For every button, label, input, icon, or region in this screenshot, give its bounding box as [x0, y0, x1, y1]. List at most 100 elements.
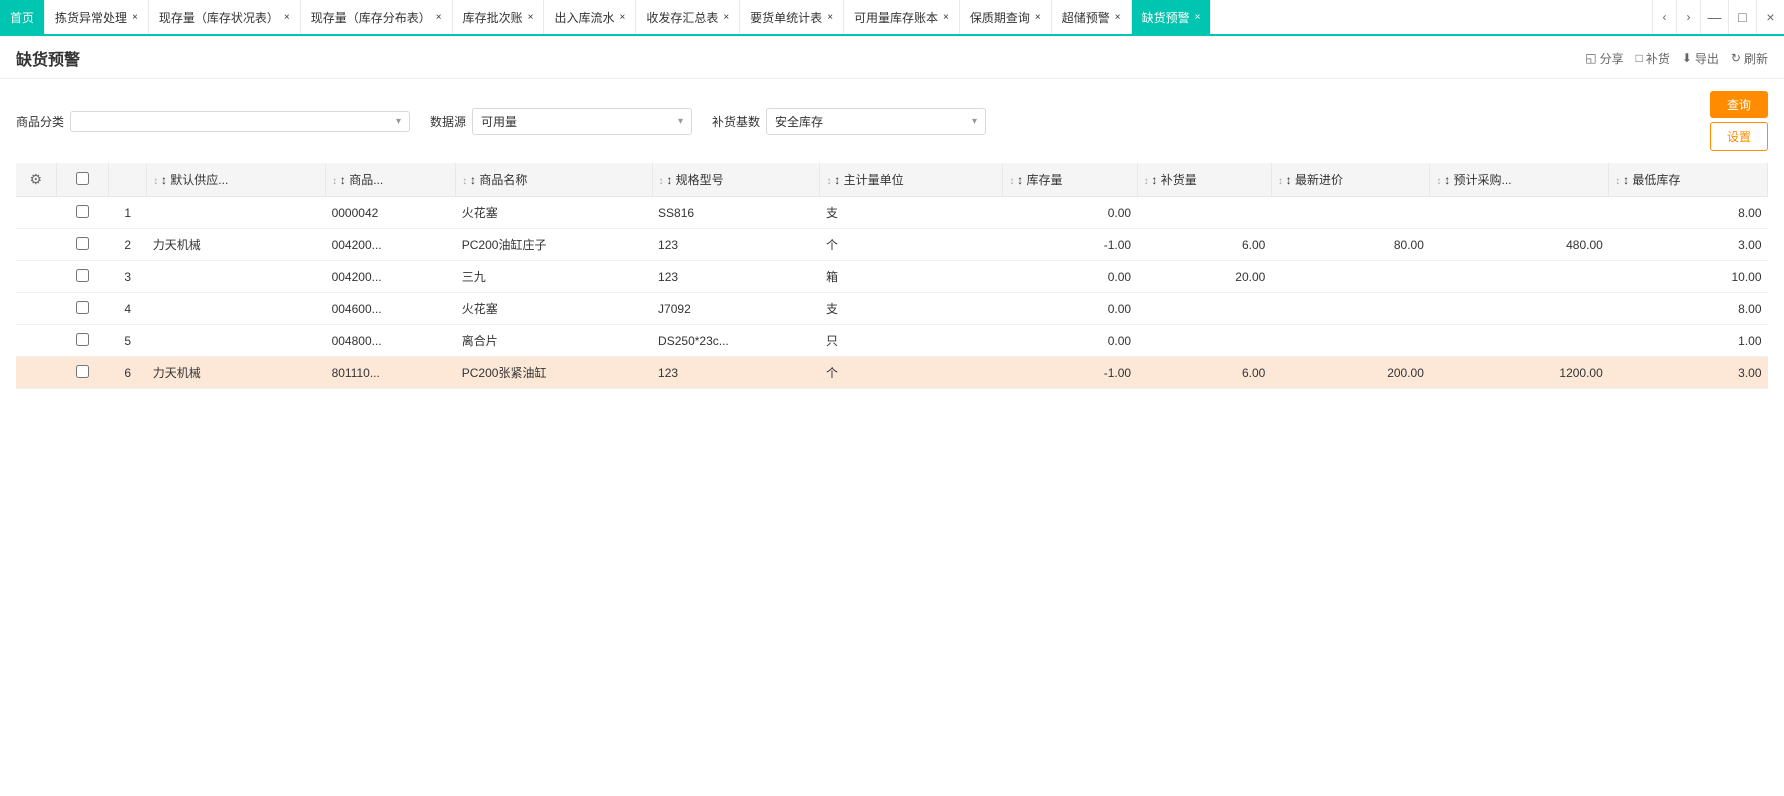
stock-qty-cell: 0.00 [1003, 293, 1137, 325]
close-window-button[interactable]: × [1756, 0, 1784, 35]
close-icon[interactable]: × [723, 12, 729, 23]
checkbox-cell[interactable] [56, 229, 109, 261]
tab-batch-ledger[interactable]: 库存批次账 × [453, 0, 545, 34]
spec-cell: J7092 [652, 293, 820, 325]
estimated-purchase-cell [1430, 293, 1609, 325]
close-icon[interactable]: × [943, 12, 949, 23]
latest-price-cell: 80.00 [1271, 229, 1430, 261]
tab-current-stock-dist[interactable]: 现存量（库存分布表） × [301, 0, 453, 34]
th-gear[interactable]: ⚙ [16, 163, 56, 197]
checkbox-cell[interactable] [56, 261, 109, 293]
default-supplier-cell [147, 325, 326, 357]
stock-qty-cell: 0.00 [1003, 197, 1137, 229]
column-settings-icon[interactable]: ⚙ [29, 171, 42, 187]
tab-current-stock-status[interactable]: 现存量（库存状况表） × [149, 0, 301, 34]
row-num-cell: 6 [109, 357, 147, 389]
maximize-button[interactable]: □ [1728, 0, 1756, 35]
filter-category: 商品分类 ▾ [16, 111, 410, 132]
close-icon[interactable]: × [1115, 12, 1121, 23]
scroll-right-button[interactable]: › [1676, 0, 1700, 35]
close-icon[interactable]: × [132, 12, 138, 23]
close-icon[interactable]: × [827, 12, 833, 23]
stock-qty-cell: 0.00 [1003, 325, 1137, 357]
close-icon[interactable]: × [1035, 12, 1041, 23]
checkbox-cell[interactable] [56, 357, 109, 389]
checkbox-cell[interactable] [56, 197, 109, 229]
tab-home[interactable]: 首页 [0, 0, 45, 34]
close-icon[interactable]: × [284, 12, 290, 23]
th-stock-qty[interactable]: ↕ 库存量 [1003, 163, 1137, 197]
tab-picking-exception[interactable]: 拣货异常处理 × [45, 0, 149, 34]
minimize-button[interactable]: — [1700, 0, 1728, 35]
tab-available-ledger[interactable]: 可用量库存账本 × [844, 0, 960, 34]
min-stock-cell: 10.00 [1609, 261, 1768, 293]
close-icon[interactable]: × [1195, 12, 1201, 23]
gear-cell [16, 357, 56, 389]
tab-inout-flow[interactable]: 出入库流水 × [544, 0, 636, 34]
export-button[interactable]: ⬇ 导出 [1682, 50, 1719, 67]
th-estimated-purchase[interactable]: ↕ 预计采购... [1430, 163, 1609, 197]
estimated-purchase-cell [1430, 197, 1609, 229]
row-checkbox[interactable] [76, 237, 89, 250]
product-name-cell: PC200油缸庄子 [456, 229, 652, 261]
category-select[interactable]: ▾ [70, 111, 410, 132]
product-name-cell: 三九 [456, 261, 652, 293]
settings-button[interactable]: 设置 [1710, 122, 1768, 151]
estimated-purchase-cell: 1200.00 [1430, 357, 1609, 389]
th-latest-price[interactable]: ↕ 最新进价 [1271, 163, 1430, 197]
unit-cell: 个 [820, 229, 1003, 261]
row-checkbox[interactable] [76, 301, 89, 314]
share-button[interactable]: ◱ 分享 [1585, 50, 1623, 67]
datasource-select[interactable]: 可用量 ▾ [472, 108, 692, 135]
row-checkbox[interactable] [76, 269, 89, 282]
tab-expiry-query[interactable]: 保质期查询 × [960, 0, 1052, 34]
replenish-button[interactable]: □ 补货 [1636, 50, 1670, 67]
unit-cell: 支 [820, 293, 1003, 325]
th-row-num [109, 163, 147, 197]
gear-cell [16, 261, 56, 293]
tab-shortage-warning[interactable]: 缺货预警 × [1132, 0, 1212, 34]
close-icon[interactable]: × [436, 12, 442, 23]
product-code-cell: 004200... [326, 261, 456, 293]
spec-cell: 123 [652, 261, 820, 293]
th-min-stock[interactable]: ↕ 最低库存 [1609, 163, 1768, 197]
close-icon[interactable]: × [619, 12, 625, 23]
default-supplier-cell [147, 261, 326, 293]
row-checkbox[interactable] [76, 333, 89, 346]
refresh-button[interactable]: ↻ 刷新 [1731, 50, 1768, 67]
th-spec[interactable]: ↕ 规格型号 [652, 163, 820, 197]
tab-label: 库存批次账 [463, 9, 523, 26]
page-header: 缺货预警 ◱ 分享 □ 补货 ⬇ 导出 ↻ 刷新 [0, 36, 1784, 79]
default-supplier-cell [147, 293, 326, 325]
query-button[interactable]: 查询 [1710, 91, 1768, 118]
replenish-base-select[interactable]: 安全库存 ▾ [766, 108, 986, 135]
th-product-code[interactable]: ↕ 商品... [326, 163, 456, 197]
select-all-checkbox[interactable] [76, 172, 89, 185]
th-unit[interactable]: ↕ 主计量单位 [820, 163, 1003, 197]
spec-cell: 123 [652, 357, 820, 389]
checkbox-cell[interactable] [56, 293, 109, 325]
th-default-supplier[interactable]: ↕ 默认供应... [147, 163, 326, 197]
table-row: 5004800...离合片DS250*23c...只0.001.00 [16, 325, 1768, 357]
th-replenish-qty[interactable]: ↕ 补货量 [1137, 163, 1271, 197]
tab-label: 现存量（库存分布表） [311, 9, 431, 26]
tab-order-stats[interactable]: 要货单统计表 × [740, 0, 844, 34]
gear-cell [16, 325, 56, 357]
category-label: 商品分类 [16, 113, 64, 130]
th-product-name[interactable]: ↕ 商品名称 [456, 163, 652, 197]
latest-price-cell [1271, 261, 1430, 293]
default-supplier-cell: 力天机械 [147, 357, 326, 389]
tab-label: 要货单统计表 [750, 9, 822, 26]
tab-label: 拣货异常处理 [55, 9, 127, 26]
tab-overstock-warning[interactable]: 超储预警 × [1052, 0, 1132, 34]
close-icon[interactable]: × [528, 12, 534, 23]
scroll-left-button[interactable]: ‹ [1652, 0, 1676, 35]
stock-qty-cell: -1.00 [1003, 229, 1137, 261]
row-checkbox[interactable] [76, 205, 89, 218]
tab-summary[interactable]: 收发存汇总表 × [636, 0, 740, 34]
gear-cell [16, 229, 56, 261]
checkbox-cell[interactable] [56, 325, 109, 357]
unit-cell: 个 [820, 357, 1003, 389]
unit-cell: 只 [820, 325, 1003, 357]
row-checkbox[interactable] [76, 365, 89, 378]
